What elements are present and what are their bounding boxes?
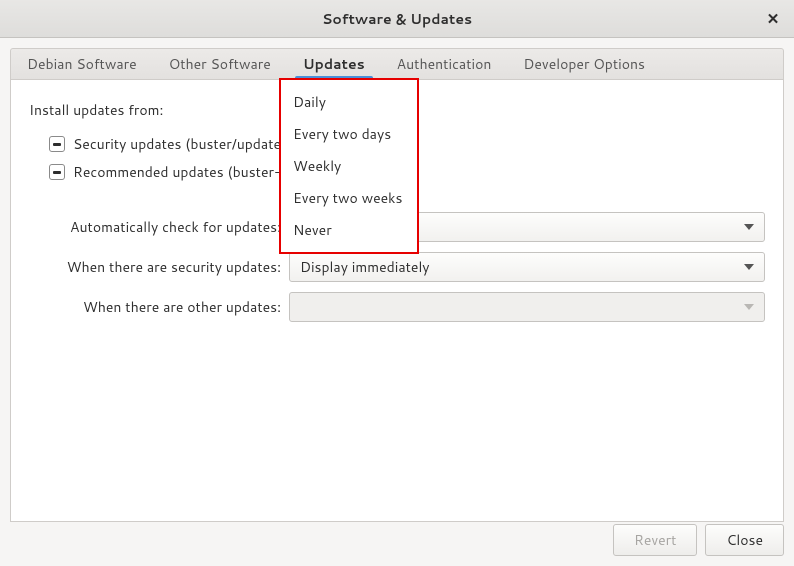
window-title: Software & Updates [322, 9, 472, 29]
auto-check-dropdown: Daily Every two days Weekly Every two we… [279, 78, 419, 254]
checkbox-mixed-icon[interactable] [49, 136, 65, 152]
other-updates-label: When there are other updates: [29, 297, 289, 317]
tab-developer-options[interactable]: Developer Options [507, 49, 661, 79]
check-label-security: Security updates (buster/updates) [73, 134, 293, 154]
dropdown-item-two-weeks[interactable]: Every two weeks [281, 182, 417, 214]
tab-other-software[interactable]: Other Software [153, 49, 287, 79]
chevron-down-icon [744, 304, 754, 310]
dropdown-item-daily[interactable]: Daily [281, 86, 417, 118]
security-updates-label: When there are security updates: [29, 257, 289, 277]
row-other-updates: When there are other updates: [29, 292, 765, 322]
chevron-down-icon [744, 264, 754, 270]
dropdown-item-weekly[interactable]: Weekly [281, 150, 417, 182]
revert-button: Revert [613, 524, 697, 556]
tab-debian-software[interactable]: Debian Software [11, 49, 153, 79]
chevron-down-icon [744, 224, 754, 230]
dropdown-item-two-days[interactable]: Every two days [281, 118, 417, 150]
titlebar: Software & Updates ✕ [0, 0, 794, 38]
tabstrip: Debian Software Other Software Updates A… [10, 48, 784, 80]
updates-panel: Install updates from: Security updates (… [10, 80, 784, 522]
close-button[interactable]: Close [705, 524, 784, 556]
security-updates-combo[interactable]: Display immediately [289, 252, 765, 282]
checkbox-mixed-icon[interactable] [49, 164, 65, 180]
tab-authentication[interactable]: Authentication [381, 49, 508, 79]
tab-updates[interactable]: Updates [287, 49, 381, 79]
security-updates-value: Display immediately [300, 257, 430, 277]
content-area: Debian Software Other Software Updates A… [0, 38, 794, 522]
close-icon[interactable]: ✕ [764, 10, 782, 28]
footer: Revert Close [613, 524, 784, 556]
other-updates-combo [289, 292, 765, 322]
row-security-updates: When there are security updates: Display… [29, 252, 765, 282]
auto-check-label: Automatically check for updates: [29, 217, 289, 237]
dropdown-item-never[interactable]: Never [281, 214, 417, 246]
